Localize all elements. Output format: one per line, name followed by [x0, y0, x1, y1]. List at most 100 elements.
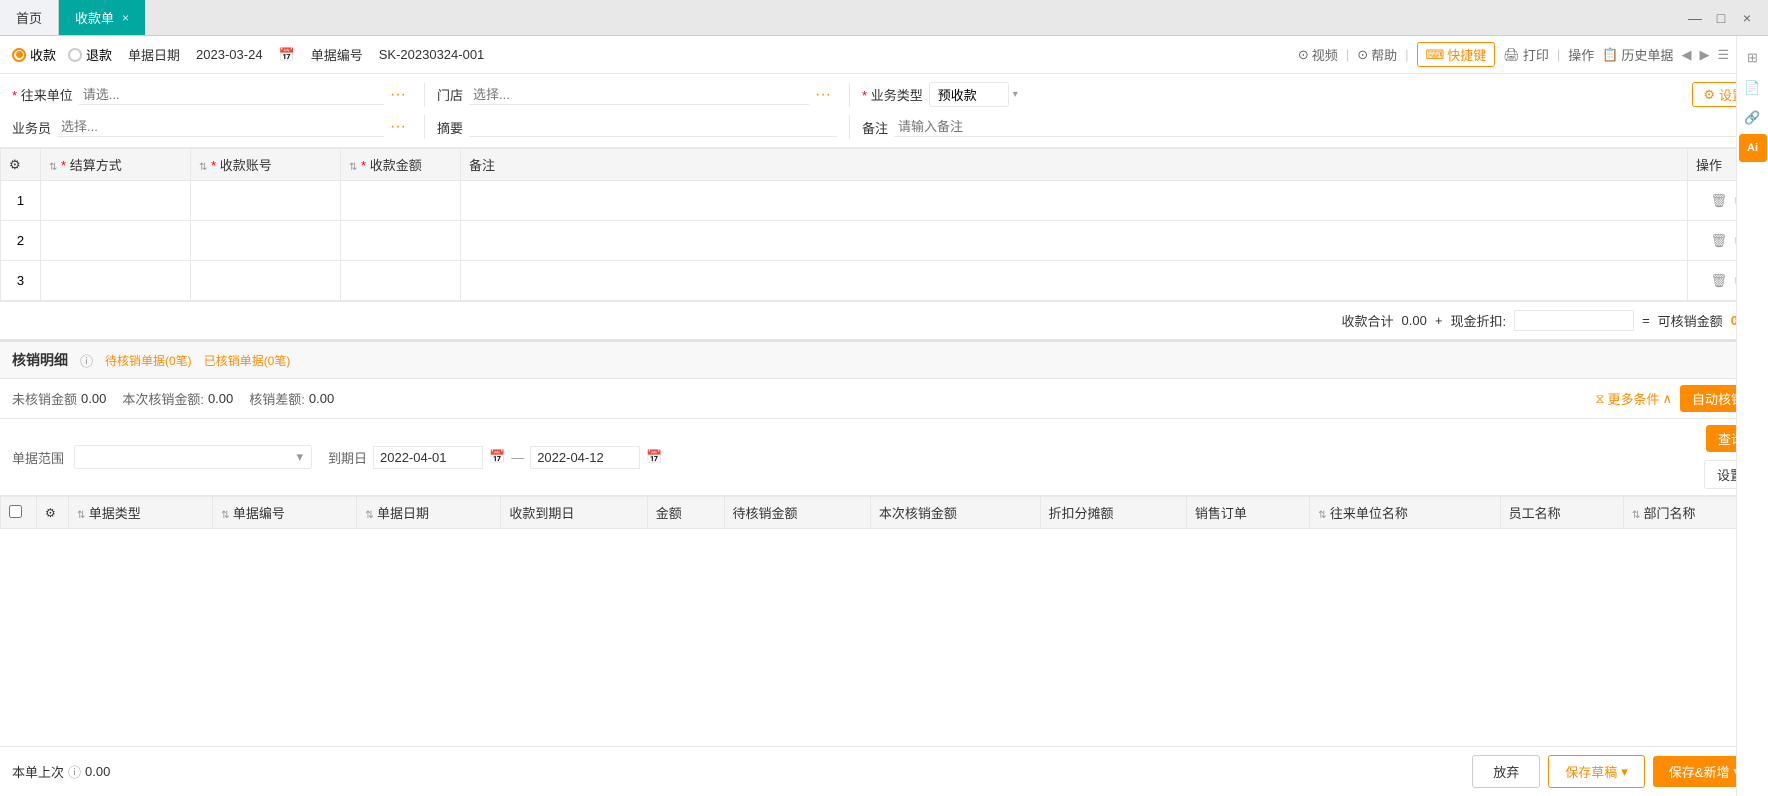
salesperson-input[interactable]	[57, 117, 384, 137]
current-label: 本次核销金额:	[122, 389, 204, 408]
done-tab-link[interactable]: 已核销单据(0笔)	[204, 352, 291, 369]
store-more-icon[interactable]: ···	[809, 86, 837, 104]
counterparty-field: * 往来单位 ···	[12, 85, 412, 105]
store-input[interactable]	[469, 85, 809, 105]
save-draft-label: 保存草稿	[1565, 762, 1617, 781]
table-row: 3 🗑 ⧉	[1, 261, 1768, 301]
counterparty-input[interactable]	[79, 85, 384, 105]
table-settings-icon: ⚙	[9, 157, 21, 172]
save-draft-button[interactable]: 保存草稿 ▾	[1548, 755, 1645, 788]
radio-receive-dot	[12, 48, 26, 62]
toolbar-row: 收款 退款 单据日期 2023-03-24 📅 单据编号 SK-20230324…	[0, 36, 1768, 74]
shortcut-button[interactable]: ⌨ 快捷键	[1417, 42, 1496, 67]
row-settlement-2[interactable]	[41, 221, 191, 261]
sidebar-link-icon[interactable]: 🔗	[1739, 104, 1767, 132]
range-field: 单据范围 ▾	[12, 445, 312, 469]
sidebar-doc-icon[interactable]: 📄	[1739, 74, 1767, 102]
remark-input[interactable]	[894, 117, 1756, 137]
cal-from-icon[interactable]: 📅	[489, 449, 505, 465]
row-settlement-1[interactable]	[41, 181, 191, 221]
history-icon: 📋	[1602, 47, 1618, 63]
close-button[interactable]: ×	[1738, 9, 1756, 27]
row-remark-3[interactable]	[461, 261, 1688, 301]
row-amount-2[interactable]	[341, 221, 461, 261]
prev-label: 本单上次	[12, 762, 64, 781]
operate-button[interactable]: 操作	[1568, 45, 1594, 64]
maximize-button[interactable]: □	[1712, 9, 1730, 27]
radio-receive[interactable]: 收款	[12, 45, 56, 64]
tab-close-icon[interactable]: ×	[122, 11, 129, 25]
business-type-dropdown[interactable]: 预收款	[929, 82, 1009, 107]
shortcut-label: 快捷键	[1447, 45, 1486, 64]
table-row: 2 🗑 ⧉	[1, 221, 1768, 261]
delete-icon-3[interactable]: 🗑	[1711, 273, 1728, 289]
print-icon: 🖨	[1503, 47, 1520, 63]
calendar-icon[interactable]: 📅	[279, 47, 295, 63]
prev-nav-icon[interactable]: ◀	[1681, 47, 1691, 63]
no-label: 单据编号	[311, 45, 363, 64]
date-to-input[interactable]	[530, 446, 640, 469]
th-amount: 金额	[647, 497, 724, 529]
diff-value: 0.00	[309, 391, 334, 406]
history-button[interactable]: 📋 历史单据	[1602, 45, 1673, 64]
sidebar-ai-icon[interactable]: Ai	[1739, 134, 1767, 162]
separator2	[849, 83, 850, 107]
verification-header: 核销明细 ⓘ 待核销单据(0笔) 已核销单据(0笔)	[0, 342, 1768, 379]
help-button[interactable]: ⊙ 帮助	[1357, 45, 1397, 64]
th-employee: 员工名称	[1500, 497, 1623, 529]
chevron-down-icon[interactable]: ▾	[1013, 89, 1018, 100]
salesperson-more-icon[interactable]: ···	[384, 118, 412, 136]
row-remark-1[interactable]	[461, 181, 1688, 221]
range-chevron-icon[interactable]: ▾	[296, 449, 303, 465]
row-account-3[interactable]	[191, 261, 341, 301]
pending-tab-link[interactable]: 待核销单据(0笔)	[105, 352, 192, 369]
counterparty-more-icon[interactable]: ···	[384, 86, 412, 104]
summary-input[interactable]	[469, 117, 837, 137]
th-settings2[interactable]: ⚙	[37, 497, 69, 529]
footer-right: 放弃 保存草稿 ▾ 保存&新增 ▾	[1472, 755, 1756, 788]
th-settlement: ⇅ * 结算方式	[41, 149, 191, 181]
remark-field: 备注	[862, 117, 1756, 137]
footer-info-icon[interactable]: ⓘ	[68, 762, 81, 781]
divider2: |	[1405, 47, 1408, 62]
row-settlement-3[interactable]	[41, 261, 191, 301]
select-all-checkbox[interactable]	[9, 505, 22, 518]
divider1: |	[1346, 47, 1349, 62]
shortcut-icon: ⌨	[1426, 47, 1445, 63]
delete-icon-2[interactable]: 🗑	[1711, 233, 1728, 249]
due-date-label: 到期日	[328, 448, 367, 467]
print-button[interactable]: 🖨 打印	[1503, 45, 1549, 64]
row-account-2[interactable]	[191, 221, 341, 261]
filter-right: ⧖ 更多条件 ∧ 自动核销	[1595, 385, 1756, 412]
minimize-button[interactable]: —	[1686, 9, 1704, 27]
list-view-icon[interactable]: ☰	[1717, 47, 1729, 63]
table-settings-th[interactable]: ⚙	[1, 149, 41, 181]
sidebar-table-icon[interactable]: ⊞	[1739, 44, 1767, 72]
cal-to-icon[interactable]: 📅	[646, 449, 662, 465]
more-conditions-btn[interactable]: ⧖ 更多条件 ∧	[1595, 389, 1672, 408]
th-doc-no: ⇅ 单据编号	[213, 497, 357, 529]
tab-active[interactable]: 收款单 ×	[59, 0, 145, 35]
verification-info-icon[interactable]: ⓘ	[80, 351, 93, 370]
diff-label: 核销差额:	[249, 389, 305, 408]
row-account-1[interactable]	[191, 181, 341, 221]
video-button[interactable]: ⊙ 视频	[1298, 45, 1338, 64]
delete-icon-1[interactable]: 🗑	[1711, 193, 1728, 209]
row-amount-1[interactable]	[341, 181, 461, 221]
diff-amount-item: 核销差额: 0.00	[249, 389, 334, 408]
abandon-button[interactable]: 放弃	[1472, 755, 1540, 788]
receipt-table-container: ⚙ ⇅ * 结算方式 ⇅ * 收款账号 ⇅ * 收款	[0, 148, 1768, 302]
counterparty-label: * 往来单位	[12, 85, 79, 104]
row-amount-3[interactable]	[341, 261, 461, 301]
radio-receive-label: 收款	[30, 45, 56, 64]
help-icon: ⊙	[1357, 47, 1368, 63]
row-remark-2[interactable]	[461, 221, 1688, 261]
store-field: 门店 ···	[437, 85, 837, 105]
discount-input[interactable]	[1514, 310, 1634, 331]
date-from-input[interactable]	[373, 446, 483, 469]
radio-refund[interactable]: 退款	[68, 45, 112, 64]
summary-field: 摘要	[437, 117, 837, 137]
next-nav-icon[interactable]: ▶	[1699, 47, 1709, 63]
form-area: * 往来单位 ··· 门店 ··· * 业务类型 预收款	[0, 74, 1768, 148]
tab-home[interactable]: 首页	[0, 0, 59, 35]
